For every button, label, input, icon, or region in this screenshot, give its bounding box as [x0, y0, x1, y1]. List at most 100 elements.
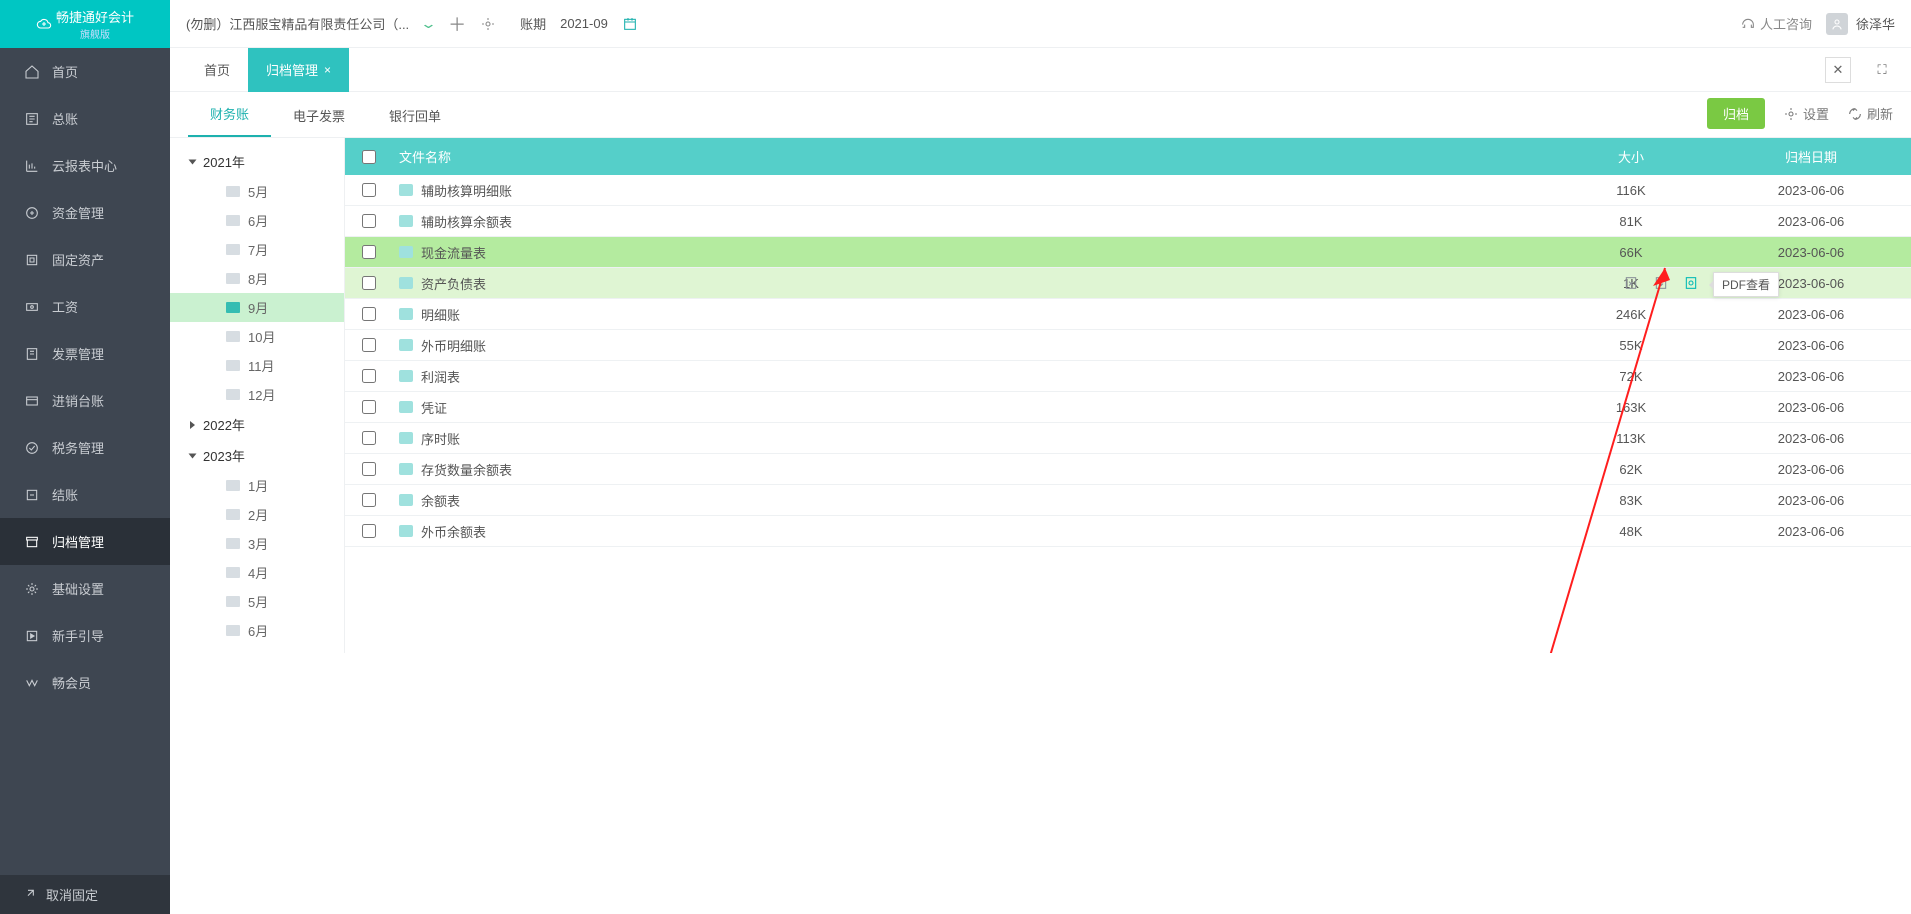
refresh-icon: [1847, 106, 1863, 122]
row-checkbox[interactable]: [362, 307, 376, 321]
stock-icon: [24, 393, 40, 409]
nav-guide[interactable]: 新手引导: [0, 612, 170, 659]
archive-button[interactable]: 归档: [1707, 98, 1765, 129]
row-checkbox[interactable]: [362, 400, 376, 414]
table-row[interactable]: 外币明细账55K2023-06-06: [345, 330, 1911, 361]
table-row[interactable]: 辅助核算余额表81K2023-06-06: [345, 206, 1911, 237]
user-name: 徐泽华: [1856, 14, 1895, 33]
folder-icon: [226, 389, 240, 400]
chevron-down-icon[interactable]: ⌄: [420, 16, 437, 32]
tree-month-4[interactable]: 4月: [170, 558, 344, 587]
subtab-bank[interactable]: 银行回单: [367, 94, 463, 137]
row-checkbox[interactable]: [362, 493, 376, 507]
tree-month-11[interactable]: 11月: [170, 351, 344, 380]
refresh-link[interactable]: 刷新: [1847, 104, 1893, 123]
row-checkbox[interactable]: [362, 462, 376, 476]
nav-home[interactable]: 首页: [0, 48, 170, 95]
nav-stock[interactable]: 进销台账: [0, 377, 170, 424]
tree-month-1[interactable]: 1月: [170, 471, 344, 500]
file-icon: [399, 215, 413, 227]
file-icon: [399, 525, 413, 537]
col-date: 归档日期: [1711, 147, 1911, 166]
folder-icon: [226, 509, 240, 520]
file-icon: [399, 184, 413, 196]
subtab-einvoice[interactable]: 电子发票: [271, 94, 367, 137]
caret-icon: [189, 159, 197, 164]
sidebar: 畅捷通好会计 旗舰版 首页 总账 云报表中心 资金管理 固定资产 工资 发票管理…: [0, 0, 170, 914]
row-checkbox[interactable]: [362, 369, 376, 383]
period-label: 账期: [520, 14, 546, 33]
pdf-download-icon[interactable]: [1651, 273, 1671, 293]
row-checkbox[interactable]: [362, 214, 376, 228]
tree-month-2[interactable]: 2月: [170, 500, 344, 529]
settings-link[interactable]: 设置: [1783, 104, 1829, 123]
table-row[interactable]: 辅助核算明细账116K2023-06-06: [345, 175, 1911, 206]
user-menu[interactable]: 徐泽华: [1826, 13, 1895, 35]
caret-icon: [189, 453, 197, 458]
nav-archive[interactable]: 归档管理: [0, 518, 170, 565]
row-checkbox[interactable]: [362, 183, 376, 197]
col-name: 文件名称: [393, 147, 1551, 166]
tree-year-2021[interactable]: 2021年: [170, 146, 344, 177]
period-value[interactable]: 2021-09: [560, 16, 608, 31]
unpin-button[interactable]: 取消固定: [0, 875, 170, 914]
tree-month-5[interactable]: 5月: [170, 177, 344, 206]
table-row[interactable]: 序时账113K2023-06-06: [345, 423, 1911, 454]
row-checkbox[interactable]: [362, 245, 376, 259]
settings-icon[interactable]: [480, 16, 496, 32]
tab-archive[interactable]: 归档管理×: [248, 48, 349, 92]
tree-month-6b[interactable]: 6月: [170, 616, 344, 645]
close-all-button[interactable]: ✕: [1825, 57, 1851, 83]
company-selector[interactable]: (勿删）江西服宝精品有限责任公司（...: [186, 14, 409, 33]
nav-tax[interactable]: 税务管理: [0, 424, 170, 471]
pdf-view-icon[interactable]: [1681, 273, 1701, 293]
table-row[interactable]: 资产负债表 PDF查看 1K 2023-06-06: [345, 268, 1911, 299]
table-row[interactable]: 利润表72K2023-06-06: [345, 361, 1911, 392]
nav-vip[interactable]: 畅会员: [0, 659, 170, 706]
home-icon: [24, 64, 40, 80]
nav-settings[interactable]: 基础设置: [0, 565, 170, 612]
close-tab-icon[interactable]: ×: [324, 63, 331, 77]
table-row[interactable]: 现金流量表66K2023-06-06: [345, 237, 1911, 268]
tree-month-3[interactable]: 3月: [170, 529, 344, 558]
tree-month-8[interactable]: 8月: [170, 264, 344, 293]
file-icon: [399, 308, 413, 320]
brand-logo: 畅捷通好会计 旗舰版: [0, 0, 170, 48]
row-checkbox[interactable]: [362, 276, 376, 290]
tab-home[interactable]: 首页: [186, 48, 248, 92]
row-checkbox[interactable]: [362, 524, 376, 538]
tree-month-7[interactable]: 7月: [170, 235, 344, 264]
tree-month-6[interactable]: 6月: [170, 206, 344, 235]
nav-ledger[interactable]: 总账: [0, 95, 170, 142]
table-row[interactable]: 凭证163K2023-06-06: [345, 392, 1911, 423]
row-checkbox[interactable]: [362, 431, 376, 445]
table-row[interactable]: 外币余额表48K2023-06-06: [345, 516, 1911, 547]
calendar-icon[interactable]: [622, 16, 638, 32]
add-button[interactable]: ＋: [448, 11, 466, 37]
table-row[interactable]: 存货数量余额表62K2023-06-06: [345, 454, 1911, 485]
nav-funds[interactable]: 资金管理: [0, 189, 170, 236]
nav-invoice[interactable]: 发票管理: [0, 330, 170, 377]
table-row[interactable]: 余额表83K2023-06-06: [345, 485, 1911, 516]
tree-month-5b[interactable]: 5月: [170, 587, 344, 616]
nav-asset[interactable]: 固定资产: [0, 236, 170, 283]
row-checkbox[interactable]: [362, 338, 376, 352]
tree-month-10[interactable]: 10月: [170, 322, 344, 351]
tree-year-2022[interactable]: 2022年: [170, 409, 344, 440]
select-all-checkbox[interactable]: [362, 150, 376, 164]
tree-month-9[interactable]: 9月: [170, 293, 344, 322]
nav-report[interactable]: 云报表中心: [0, 142, 170, 189]
nav-salary[interactable]: 工资: [0, 283, 170, 330]
table-row[interactable]: 明细账246K2023-06-06: [345, 299, 1911, 330]
fullscreen-button[interactable]: ⛶: [1869, 57, 1895, 83]
folder-icon: [226, 244, 240, 255]
salary-icon: [24, 299, 40, 315]
excel-download-icon[interactable]: [1621, 273, 1641, 293]
tree-year-2023[interactable]: 2023年: [170, 440, 344, 471]
support-link[interactable]: 人工咨询: [1740, 14, 1812, 33]
subtab-finance[interactable]: 财务账: [188, 92, 271, 137]
tree-month-12[interactable]: 12月: [170, 380, 344, 409]
vip-icon: [24, 675, 40, 691]
nav-closing[interactable]: 结账: [0, 471, 170, 518]
ledger-icon: [24, 111, 40, 127]
